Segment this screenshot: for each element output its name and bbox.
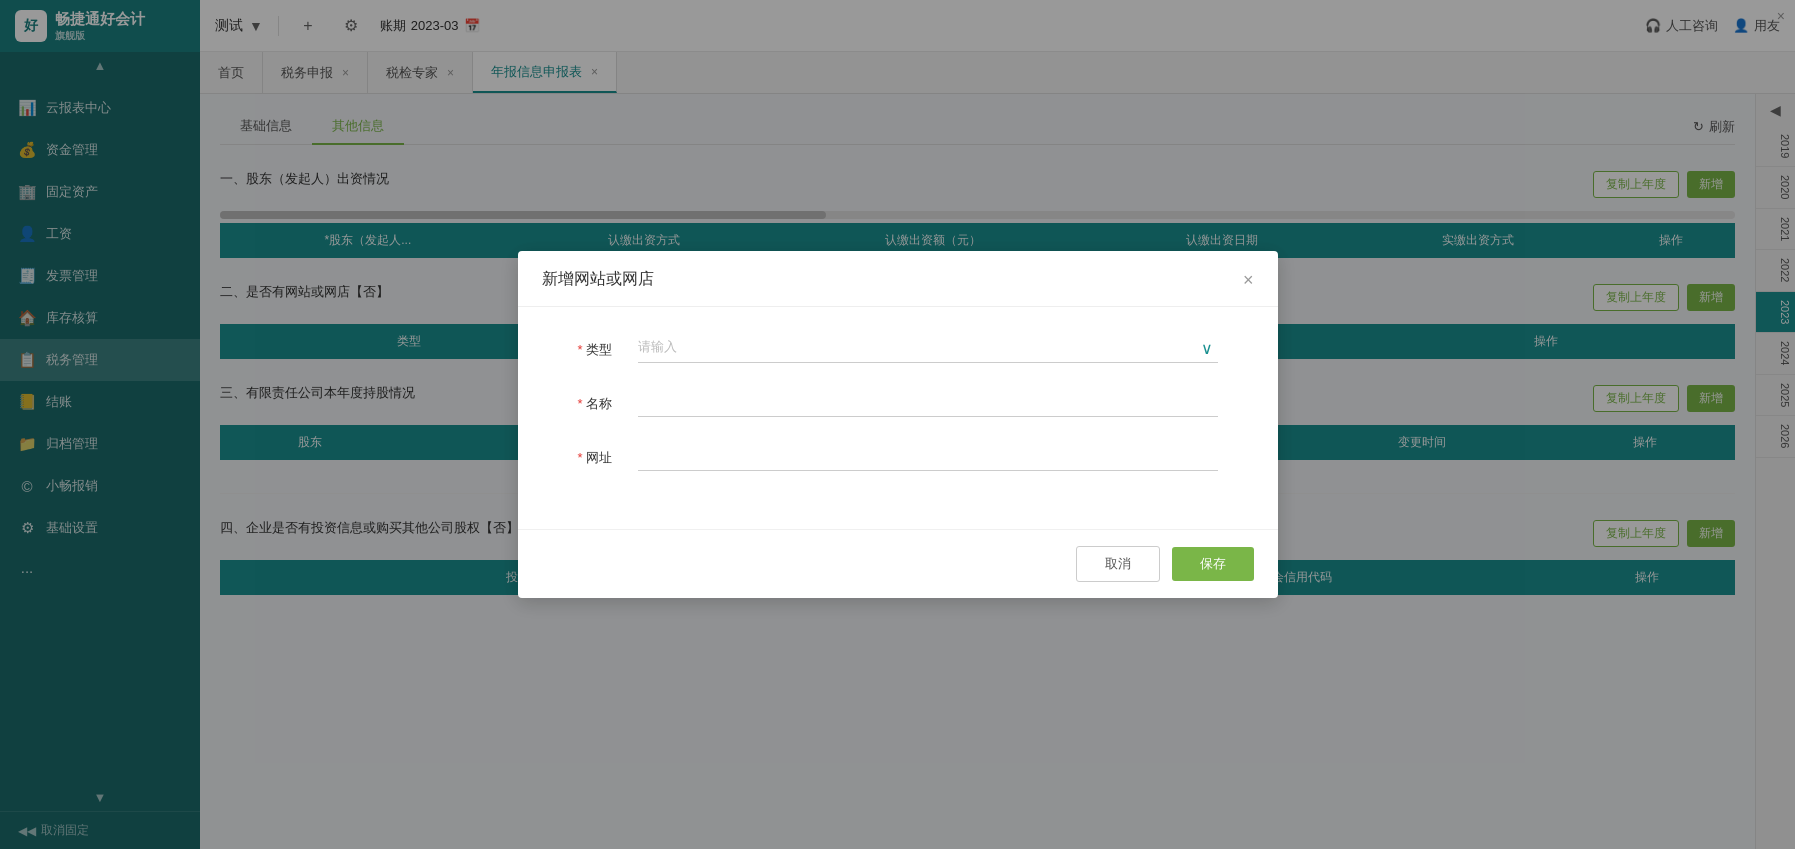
form-row-url: * 网址 — [578, 445, 1218, 471]
dialog-add-website: 新增网站或网店 × * 类型 ∨ * 名称 — [518, 251, 1278, 598]
url-label: * 网址 — [578, 449, 638, 467]
form-row-name: * 名称 — [578, 391, 1218, 417]
type-input[interactable] — [638, 337, 1218, 356]
cancel-button[interactable]: 取消 — [1076, 546, 1160, 582]
url-required-star: * — [578, 450, 583, 465]
type-input-wrap: ∨ — [638, 337, 1218, 363]
url-input-wrap — [638, 445, 1218, 471]
name-label-text: 名称 — [586, 396, 612, 411]
dialog-title: 新增网站或网店 — [542, 269, 654, 290]
dialog-header: 新增网站或网店 × — [518, 251, 1278, 307]
name-required-star: * — [578, 396, 583, 411]
name-label: * 名称 — [578, 395, 638, 413]
dialog-footer: 取消 保存 — [518, 529, 1278, 598]
type-required-star: * — [578, 342, 583, 357]
dialog-overlay[interactable]: 新增网站或网店 × * 类型 ∨ * 名称 — [0, 0, 1795, 849]
name-input-wrap — [638, 391, 1218, 417]
form-row-type: * 类型 ∨ — [578, 337, 1218, 363]
dialog-body: * 类型 ∨ * 名称 * — [518, 307, 1278, 529]
url-label-text: 网址 — [586, 450, 612, 465]
save-button[interactable]: 保存 — [1172, 547, 1254, 581]
url-input[interactable] — [638, 445, 1218, 464]
type-label-text: 类型 — [586, 342, 612, 357]
type-label: * 类型 — [578, 341, 638, 359]
name-input[interactable] — [638, 391, 1218, 410]
dialog-close-btn[interactable]: × — [1243, 271, 1254, 289]
type-dropdown-icon[interactable]: ∨ — [1201, 339, 1213, 358]
